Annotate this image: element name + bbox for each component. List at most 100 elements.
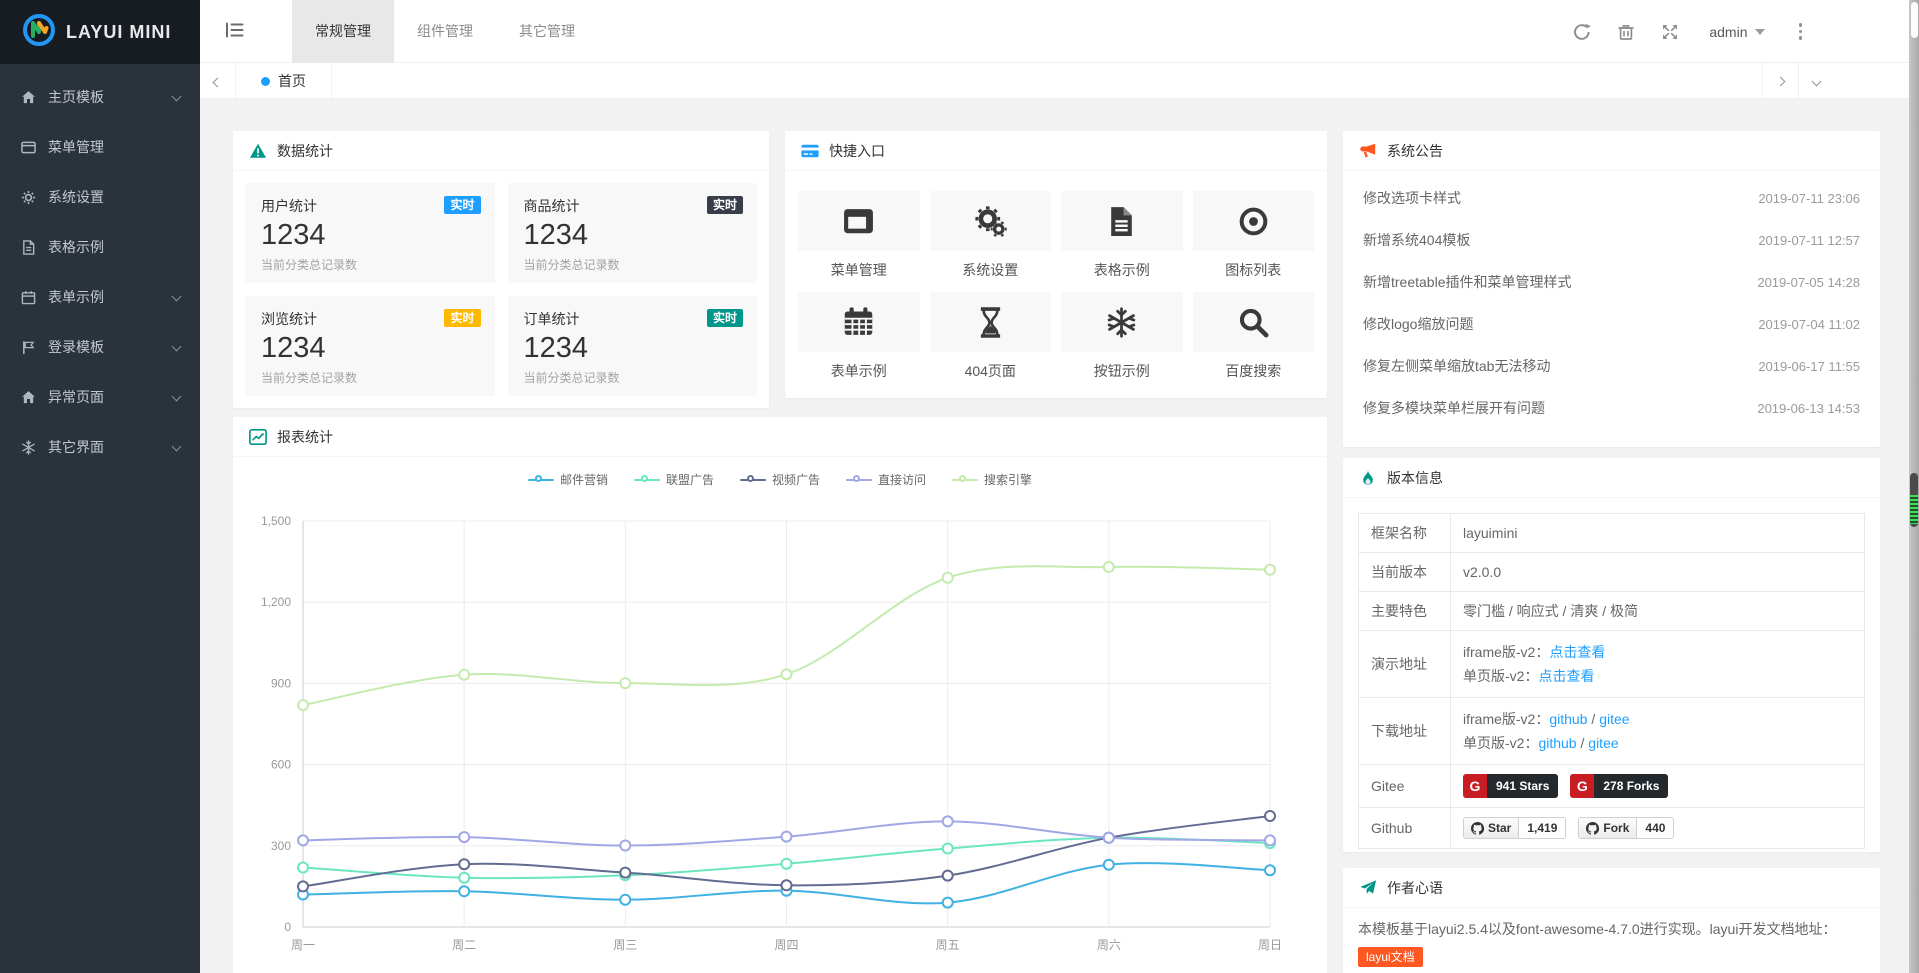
tab-scroll-left-icon[interactable]	[200, 63, 236, 99]
page-scrollbar[interactable]	[1909, 0, 1919, 973]
window-icon	[21, 139, 39, 155]
sidebar-menu: 主页模板菜单管理系统设置表格示例表单示例登录模板异常页面其它界面	[0, 64, 200, 472]
tab-dropdown-icon[interactable]	[1798, 63, 1834, 99]
quick-entry-表格示例[interactable]: 表格示例	[1061, 191, 1183, 280]
notice-text: 修改logo缩放问题	[1363, 314, 1473, 334]
version-value: layuimini	[1463, 525, 1517, 541]
sidebar-item-label: 异常页面	[48, 387, 104, 407]
svg-text:周六: 周六	[1097, 938, 1121, 952]
fullscreen-icon[interactable]	[1661, 23, 1679, 41]
topnav-tab-常规管理[interactable]: 常规管理	[292, 0, 394, 63]
version-label: 主要特色	[1359, 592, 1451, 631]
hourglass-icon	[974, 306, 1007, 339]
snowflake-icon	[21, 439, 39, 455]
quick-entry-菜单管理[interactable]: 菜单管理	[798, 191, 920, 280]
notice-text: 新增系统404模板	[1363, 230, 1470, 250]
chevron-down-icon	[172, 342, 182, 352]
report-chart-card: 报表统计 邮件营销联盟广告视频广告直接访问搜索引擎 03006009001,20…	[233, 417, 1327, 973]
target-icon	[1237, 205, 1270, 238]
tab-scroll-right-icon[interactable]	[1762, 63, 1798, 99]
link-点击查看[interactable]: 点击查看	[1549, 644, 1605, 660]
stat-box-商品统计: 商品统计1234当前分类总记录数实时	[508, 183, 758, 283]
quick-entry-图标列表[interactable]: 图标列表	[1193, 191, 1315, 280]
snowflake-icon	[1105, 306, 1138, 339]
quick-entry-label: 百度搜索	[1193, 361, 1315, 381]
quick-entry-百度搜索[interactable]: 百度搜索	[1193, 292, 1315, 381]
link-gitee[interactable]: gitee	[1588, 735, 1618, 751]
home-icon	[21, 89, 39, 105]
warning-triangle-icon	[249, 142, 267, 160]
notice-time: 2019-07-11 12:57	[1758, 233, 1860, 248]
legend-item-直接访问[interactable]: 直接访问	[846, 471, 926, 488]
legend-label: 视频广告	[772, 471, 820, 488]
legend-item-邮件营销[interactable]: 邮件营销	[528, 471, 608, 488]
legend-label: 联盟广告	[666, 471, 714, 488]
version-label: 下载地址	[1359, 698, 1451, 765]
stat-desc: 当前分类总记录数	[524, 369, 742, 386]
sidebar-item-其它界面[interactable]: 其它界面	[0, 422, 200, 472]
quick-entry-表单示例[interactable]: 表单示例	[798, 292, 920, 381]
svg-text:1,500: 1,500	[261, 514, 291, 528]
sidebar-item-表单示例[interactable]: 表单示例	[0, 272, 200, 322]
more-menu-icon[interactable]	[1795, 19, 1807, 44]
clear-trash-icon[interactable]	[1617, 23, 1635, 41]
sidebar-item-系统设置[interactable]: 系统设置	[0, 172, 200, 222]
stat-box-订单统计: 订单统计1234当前分类总记录数实时	[508, 296, 758, 396]
legend-label: 直接访问	[878, 471, 926, 488]
legend-item-搜索引擎[interactable]: 搜索引擎	[952, 471, 1032, 488]
header-actions: admin	[1573, 0, 1806, 63]
legend-marker-icon	[528, 474, 554, 486]
svg-text:1,200: 1,200	[261, 595, 291, 609]
sidebar-item-登录模板[interactable]: 登录模板	[0, 322, 200, 372]
layui-doc-badge[interactable]: layui文档	[1358, 947, 1423, 967]
legend-item-视频广告[interactable]: 视频广告	[740, 471, 820, 488]
sidebar-item-异常页面[interactable]: 异常页面	[0, 372, 200, 422]
quick-entry-按钮示例[interactable]: 按钮示例	[1061, 292, 1183, 381]
sidebar-item-主页模板[interactable]: 主页模板	[0, 72, 200, 122]
version-table: 框架名称layuimini当前版本v2.0.0主要特色零门槛 / 响应式 / 清…	[1358, 513, 1865, 849]
paper-plane-icon	[1359, 879, 1377, 897]
quick-entry-label: 菜单管理	[798, 260, 920, 280]
link-github[interactable]: github	[1549, 711, 1587, 727]
quick-entry-404页面[interactable]: 404页面	[930, 292, 1052, 381]
link-点击查看[interactable]: 点击查看	[1538, 668, 1594, 684]
sidebar-item-label: 表格示例	[48, 237, 104, 257]
sidebar-item-菜单管理[interactable]: 菜单管理	[0, 122, 200, 172]
calendar-icon	[21, 289, 39, 305]
notice-card-title: 系统公告	[1387, 141, 1443, 161]
chevron-down-icon	[172, 92, 182, 102]
link-gitee[interactable]: gitee	[1599, 711, 1629, 727]
sidebar-collapse-icon[interactable]	[225, 21, 245, 41]
user-menu[interactable]: admin	[1705, 24, 1768, 40]
quick-entry-label: 图标列表	[1193, 260, 1315, 280]
page-tabbar: 首页	[200, 63, 1919, 99]
sidebar-item-label: 表单示例	[48, 287, 104, 307]
topnav-tab-其它管理[interactable]: 其它管理	[496, 0, 598, 63]
version-value: 零门槛 / 响应式 / 清爽 / 极简	[1463, 603, 1638, 619]
top-header: 常规管理组件管理其它管理 admin	[200, 0, 1919, 63]
logo: LAYUI MINI	[0, 0, 200, 64]
stat-desc: 当前分类总记录数	[261, 256, 479, 273]
version-label: Github	[1359, 808, 1451, 849]
github-star-button[interactable]: Star1,419	[1463, 817, 1566, 839]
legend-item-联盟广告[interactable]: 联盟广告	[634, 471, 714, 488]
notice-card: 系统公告 修改选项卡样式2019-07-11 23:06新增系统404模板201…	[1343, 131, 1880, 447]
flame-icon	[1359, 469, 1377, 487]
refresh-icon[interactable]	[1573, 23, 1591, 41]
topnav-tab-组件管理[interactable]: 组件管理	[394, 0, 496, 63]
layui-logo-icon	[22, 13, 56, 52]
sidebar-item-表格示例[interactable]: 表格示例	[0, 222, 200, 272]
github-fork-button[interactable]: Fork440	[1578, 817, 1674, 839]
tab-home[interactable]: 首页	[236, 63, 332, 99]
tab-home-label: 首页	[278, 71, 306, 91]
link-github[interactable]: github	[1538, 735, 1576, 751]
stat-desc: 当前分类总记录数	[524, 256, 742, 273]
gear-icon	[21, 189, 39, 205]
gitee-badge[interactable]: G941 Stars	[1463, 774, 1558, 798]
svg-text:周五: 周五	[936, 938, 960, 952]
scrollbar-thumb[interactable]	[1910, 473, 1918, 527]
gitee-badge[interactable]: G278 Forks	[1570, 774, 1668, 798]
chevron-down-icon	[172, 292, 182, 302]
quick-entry-系统设置[interactable]: 系统设置	[930, 191, 1052, 280]
topnav-tabs: 常规管理组件管理其它管理	[292, 0, 598, 63]
